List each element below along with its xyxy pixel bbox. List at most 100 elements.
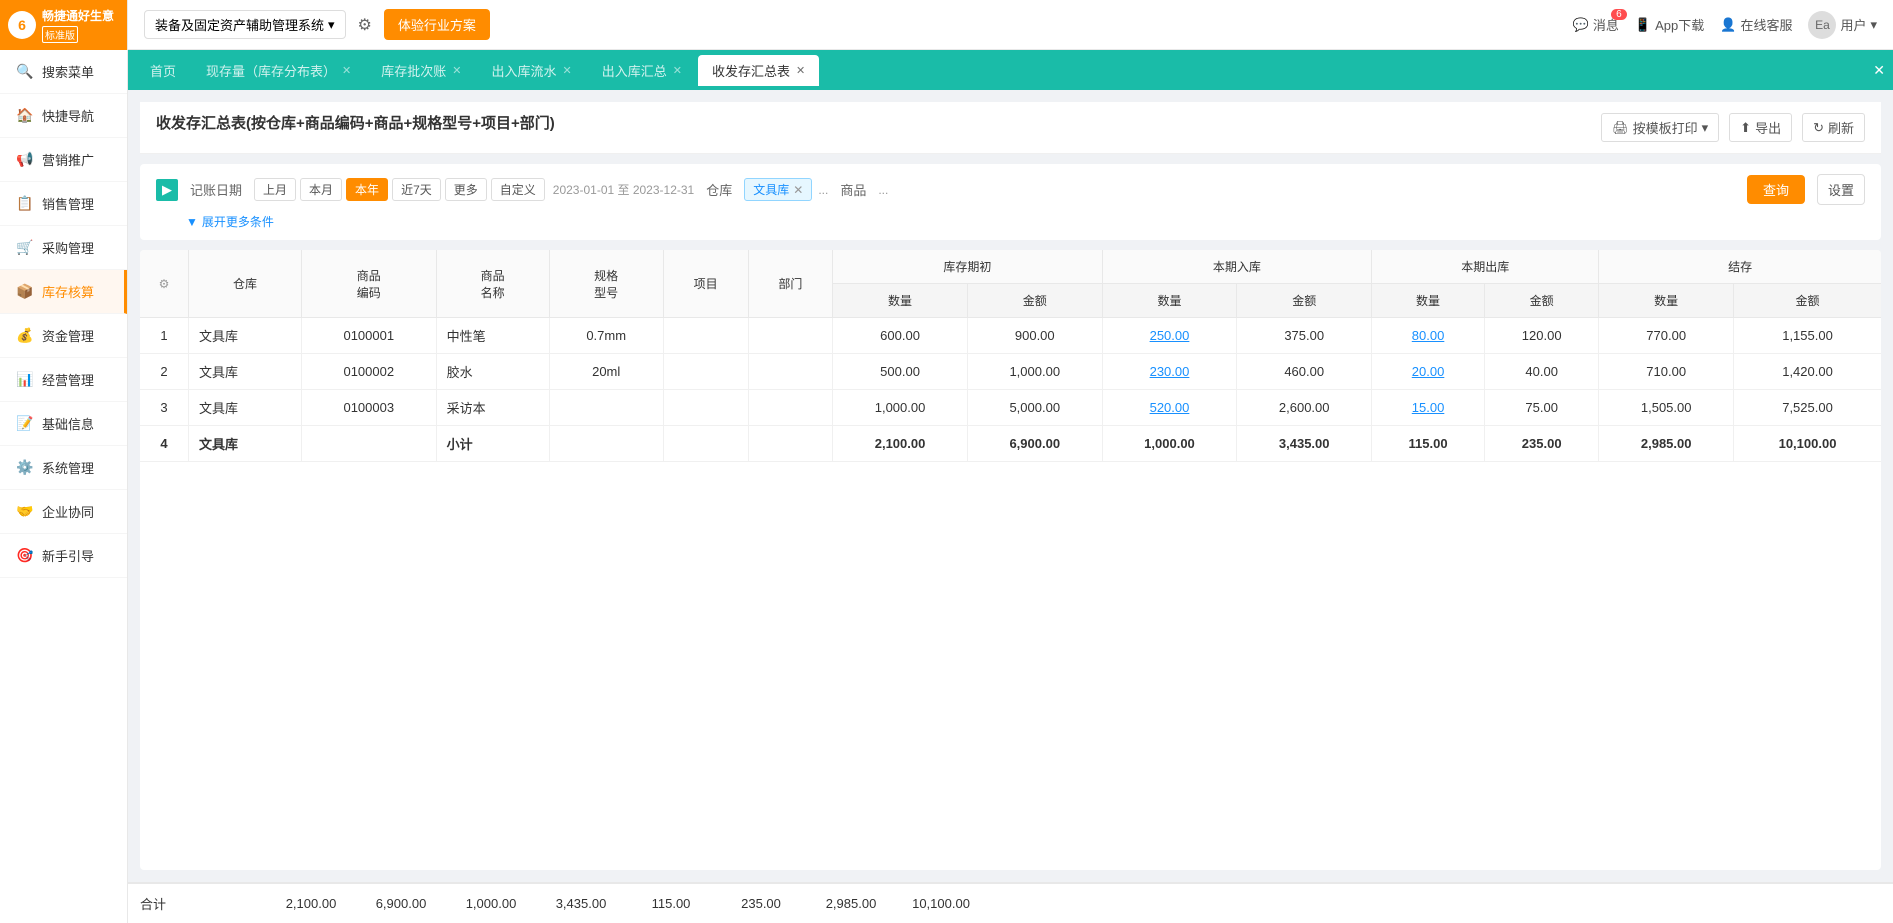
- table-row: 2 文具库 0100002 胶水 20ml 500.00 1,000.00 23…: [140, 354, 1881, 390]
- tab-home[interactable]: 首页: [136, 55, 190, 86]
- sidebar-item-finance[interactable]: 💰资金管理: [0, 314, 127, 358]
- guide-icon: 🎯: [16, 547, 34, 564]
- sidebar-item-label: 营销推广: [42, 150, 94, 169]
- gear-icon[interactable]: ⚙: [358, 15, 372, 35]
- page-title: 收发存汇总表(按仓库+商品编码+商品+规格型号+项目+部门): [156, 112, 555, 133]
- sidebar-item-marketing[interactable]: 📢营销推广: [0, 138, 127, 182]
- footer-out-amt-val: 235.00: [716, 892, 806, 915]
- date-btn-this-month[interactable]: 本月: [300, 178, 342, 201]
- tab-close-icon[interactable]: ✕: [796, 64, 805, 77]
- tabs-container: 首页现存量（库存分布表）✕库存批次账✕出入库流水✕出入库汇总✕收发存汇总表✕: [136, 55, 1871, 86]
- cell-out-qty: 115.00: [1372, 426, 1485, 462]
- notification-badge: 6: [1611, 9, 1627, 20]
- trial-button[interactable]: 体验行业方案: [384, 9, 490, 40]
- online-service-item[interactable]: 👤 在线客服: [1720, 15, 1792, 34]
- tab-close-icon[interactable]: ✕: [563, 64, 572, 77]
- tab-flow[interactable]: 出入库流水 ✕: [477, 55, 585, 86]
- tab-close-icon[interactable]: ✕: [452, 64, 461, 77]
- sidebar-item-quick-nav[interactable]: 🏠快捷导航: [0, 94, 127, 138]
- in-qty-link[interactable]: 230.00: [1150, 364, 1190, 379]
- tab-close-icon[interactable]: ✕: [673, 64, 682, 77]
- cell-project: [663, 354, 748, 390]
- tab-collect-summary[interactable]: 收发存汇总表✕: [698, 55, 819, 86]
- out-qty-link[interactable]: 20.00: [1412, 364, 1445, 379]
- in-qty-link[interactable]: 520.00: [1150, 400, 1190, 415]
- cell-open-amt: 900.00: [967, 318, 1102, 354]
- sidebar: 6 畅捷通好生意 标准版 🔍搜索菜单🏠快捷导航📢营销推广 📋 销售管理 🛒采购管理📦库…: [0, 0, 128, 923]
- refresh-button[interactable]: ↻ 刷新: [1802, 113, 1865, 142]
- date-btn-last-month[interactable]: 上月: [254, 178, 296, 201]
- cell-in-amt: 460.00: [1237, 354, 1372, 390]
- quick-nav-icon: 🏠: [16, 107, 34, 124]
- header-right-actions: 🖨 按模板打印 ▾ ⬆ 导出 ↻ 刷新: [1601, 113, 1865, 142]
- filter-row-2: ▼ 展开更多条件: [156, 213, 1865, 230]
- th-out-amt: 金额: [1485, 284, 1599, 318]
- expand-icon: ▼: [186, 215, 198, 229]
- sidebar-item-label: 销售管理: [42, 194, 94, 213]
- footer-close-qty-val: 2,985.00: [806, 892, 896, 915]
- page-header-section: 收发存汇总表(按仓库+商品编码+商品+规格型号+项目+部门) 🖨 按模板打印 ▾…: [140, 102, 1881, 154]
- user-menu[interactable]: Ea 用户 ▾: [1808, 11, 1877, 39]
- app-download-item[interactable]: 📱 App下载: [1635, 15, 1704, 34]
- sidebar-item-label: 新手引导: [42, 546, 94, 565]
- sidebar-item-search[interactable]: 🔍搜索菜单: [0, 50, 127, 94]
- warehouse-tag-close-icon[interactable]: ✕: [793, 183, 803, 197]
- logo-icon: 6: [8, 11, 36, 39]
- notification-item[interactable]: 💬 消息 6: [1573, 15, 1619, 34]
- sidebar-item-guide[interactable]: 🎯 新手引导: [0, 534, 127, 578]
- th-in-group: 本期入库: [1102, 250, 1371, 284]
- sidebar-item-label: 系统管理: [42, 458, 94, 477]
- in-qty-link[interactable]: 250.00: [1150, 328, 1190, 343]
- system-selector[interactable]: 装备及固定资产辅助管理系统 ▾: [144, 10, 346, 39]
- tab-stock-dist[interactable]: 现存量（库存分布表）✕: [192, 55, 365, 86]
- goods-more-btn[interactable]: ...: [878, 183, 888, 197]
- date-btn-custom[interactable]: 自定义: [491, 178, 545, 201]
- chevron-down-icon: ▾: [1870, 17, 1877, 33]
- th-close-amt: 金额: [1734, 284, 1881, 318]
- settings-button[interactable]: 设置: [1817, 174, 1865, 205]
- column-settings-icon[interactable]: ⚙: [150, 270, 178, 298]
- export-button[interactable]: ⬆ 导出: [1729, 113, 1792, 142]
- cell-in-qty: 1,000.00: [1102, 426, 1237, 462]
- cell-in-amt: 3,435.00: [1237, 426, 1372, 462]
- date-btn-7days[interactable]: 近7天: [392, 178, 441, 201]
- filter-collapse-btn[interactable]: ▶: [156, 179, 178, 201]
- user-label: 用户: [1840, 15, 1866, 34]
- sidebar-item-system[interactable]: ⚙️系统管理: [0, 446, 127, 490]
- warehouse-tag[interactable]: 文具库 ✕: [744, 178, 812, 201]
- online-service-label: 在线客服: [1740, 15, 1792, 34]
- cell-close-amt: 7,525.00: [1734, 390, 1881, 426]
- tab-label: 出入库流水: [491, 61, 556, 80]
- date-filter-group: 上月 本月 本年 近7天 更多 自定义 2023-01-01 至 2023-12…: [254, 178, 694, 201]
- date-btn-more[interactable]: 更多: [445, 178, 487, 201]
- cell-code: 0100003: [301, 390, 436, 426]
- sidebar-item-sales[interactable]: 📋 销售管理: [0, 182, 127, 226]
- close-all-tabs-icon[interactable]: ✕: [1873, 62, 1885, 79]
- warehouse-more-btn[interactable]: ...: [818, 183, 828, 197]
- th-name: 商品名称: [436, 250, 549, 318]
- th-code: 商品编码: [301, 250, 436, 318]
- cell-index: 2: [140, 354, 189, 390]
- print-button[interactable]: 🖨 按模板打印 ▾: [1601, 113, 1719, 142]
- date-btn-this-year[interactable]: 本年: [346, 178, 388, 201]
- tabs-bar: 首页现存量（库存分布表）✕库存批次账✕出入库流水✕出入库汇总✕收发存汇总表✕ ✕: [128, 50, 1893, 90]
- sidebar-item-operations[interactable]: 📊经营管理: [0, 358, 127, 402]
- sales-icon: 📋: [16, 195, 34, 212]
- cell-dept: [748, 426, 833, 462]
- th-settings: ⚙: [140, 250, 189, 318]
- cell-code: 0100001: [301, 318, 436, 354]
- tab-close-icon[interactable]: ✕: [342, 64, 351, 77]
- sidebar-item-purchase[interactable]: 🛒采购管理: [0, 226, 127, 270]
- footer-open-amt-val: 6,900.00: [356, 892, 446, 915]
- out-qty-link[interactable]: 80.00: [1412, 328, 1445, 343]
- sidebar-item-enterprise[interactable]: 🤝企业协同: [0, 490, 127, 534]
- sidebar-logo-text: 畅捷通好生意 标准版: [42, 7, 114, 43]
- out-qty-link[interactable]: 15.00: [1412, 400, 1445, 415]
- sidebar-item-basic-info[interactable]: 📝基础信息: [0, 402, 127, 446]
- sidebar-item-inventory[interactable]: 📦库存核算: [0, 270, 127, 314]
- query-button[interactable]: 查询: [1747, 175, 1805, 204]
- th-spec: 规格型号: [549, 250, 663, 318]
- expand-conditions-btn[interactable]: ▼ 展开更多条件: [186, 213, 274, 230]
- tab-summary[interactable]: 出入库汇总✕: [588, 55, 696, 86]
- tab-batch[interactable]: 库存批次账✕: [367, 55, 475, 86]
